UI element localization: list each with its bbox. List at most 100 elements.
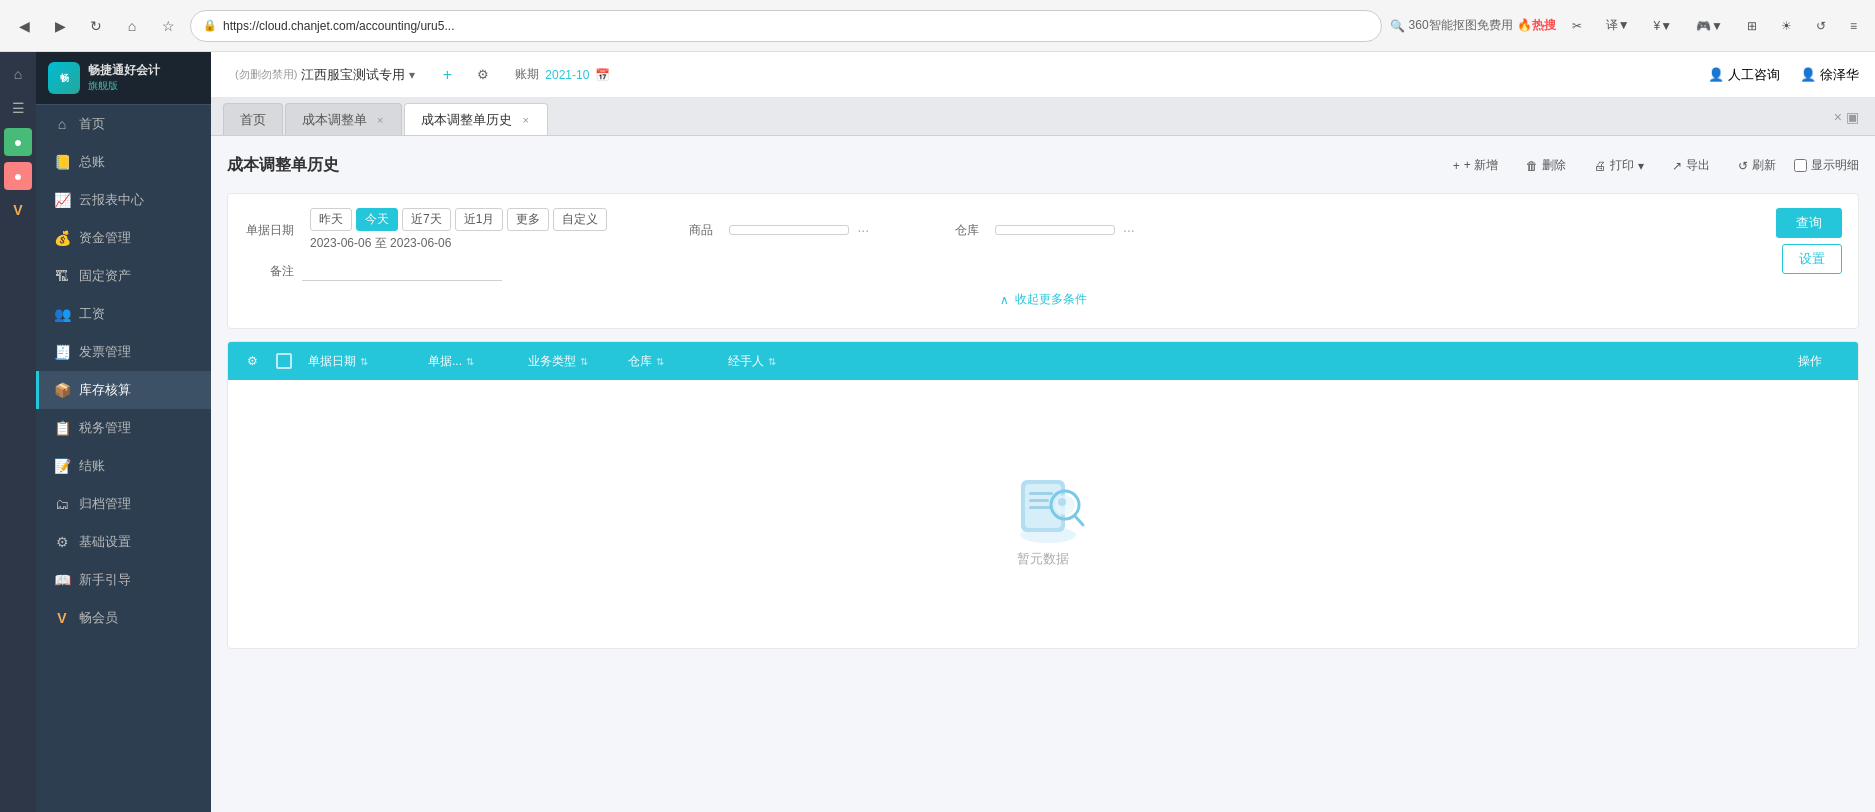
date-month[interactable]: 近1月 (455, 208, 504, 231)
product-input[interactable] (729, 225, 849, 235)
date-custom[interactable]: 自定义 (553, 208, 607, 231)
export-btn[interactable]: ↗ 导出 (1662, 152, 1720, 179)
show-details-label[interactable]: 显示明细 (1794, 157, 1859, 174)
th-checkbox[interactable] (268, 353, 300, 369)
notes-row: 备注 (244, 262, 1758, 281)
iconbar-v[interactable]: V (4, 196, 32, 224)
scissors-btn[interactable]: ✂ (1564, 15, 1590, 37)
page-content: 成本调整单历史 + + 新增 🗑 删除 🖨 打印 ▾ (211, 136, 1875, 812)
forward-button[interactable]: ▶ (46, 12, 74, 40)
refresh-btn[interactable]: ↺ 刷新 (1728, 152, 1786, 179)
sidebar-item-close[interactable]: 📝 结账 (36, 447, 211, 485)
svg-line-8 (1075, 516, 1083, 525)
date-today[interactable]: 今天 (356, 208, 398, 231)
date-range-display: 2023-06-06 至 2023-06-06 (310, 235, 607, 252)
refresh-label: 刷新 (1752, 157, 1776, 174)
wallet-btn[interactable]: ¥▼ (1646, 15, 1681, 37)
sidebar-item-archive[interactable]: 🗂 归档管理 (36, 485, 211, 523)
warehouse-input[interactable] (995, 225, 1115, 235)
sidebar: 畅 畅捷通好会计 旗舰版 ⌂ 首页 📒 总账 📈 云报表中心 💰 资金管理 🏗 … (36, 52, 211, 812)
sidebar-item-tax[interactable]: 📋 税务管理 (36, 409, 211, 447)
sun-btn[interactable]: ☀ (1773, 15, 1800, 37)
back-button[interactable]: ◀ (10, 12, 38, 40)
translate-btn[interactable]: 译▼ (1598, 13, 1638, 38)
date-more[interactable]: 更多 (507, 208, 549, 231)
sidebar-item-salary[interactable]: 👥 工资 (36, 295, 211, 333)
sidebar-item-reports[interactable]: 📈 云报表中心 (36, 181, 211, 219)
iconbar-menu[interactable]: ☰ (4, 94, 32, 122)
query-btn[interactable]: 查询 (1776, 208, 1842, 238)
add-company-btn[interactable]: + (435, 63, 459, 87)
undo-btn[interactable]: ↺ (1808, 15, 1834, 37)
warehouse-more-dots[interactable]: ··· (1119, 222, 1139, 238)
star-button[interactable]: ☆ (154, 12, 182, 40)
company-selector[interactable]: (勿删勿禁用) 江西服宝测试专用 ▾ (227, 62, 423, 88)
filter-setting-btn[interactable]: 设置 (1782, 244, 1842, 274)
address-bar[interactable]: 🔒 https://cloud.chanjet.com/accounting/u… (190, 10, 1382, 42)
company-settings-btn[interactable]: ⚙ (471, 63, 495, 87)
tab-cost-adjust-close[interactable]: × (375, 113, 385, 127)
sidebar-brand-sub: 旗舰版 (88, 79, 160, 93)
filter-date-row: 单据日期 昨天 今天 近7天 近1月 更多 自定义 2 (244, 208, 1758, 252)
show-details-checkbox[interactable] (1794, 159, 1807, 172)
tab-cost-adjust-history-close[interactable]: × (520, 113, 530, 127)
delete-btn[interactable]: 🗑 删除 (1516, 152, 1576, 179)
sidebar-label-close: 结账 (79, 457, 105, 475)
sidebar-label-member: 畅会员 (79, 609, 118, 627)
tab-cost-adjust-history[interactable]: 成本调整单历史 × (404, 103, 547, 135)
ledger-icon: 📒 (53, 154, 71, 170)
sidebar-item-finance[interactable]: 💰 资金管理 (36, 219, 211, 257)
top-bar: (勿删勿禁用) 江西服宝测试专用 ▾ + ⚙ 账期 2021-10 📅 👤 人工… (211, 52, 1875, 98)
game-btn[interactable]: 🎮▼ (1688, 15, 1731, 37)
sidebar-item-home[interactable]: ⌂ 首页 (36, 105, 211, 143)
calendar-icon[interactable]: 📅 (595, 68, 610, 82)
salary-icon: 👥 (53, 306, 71, 322)
tab-panel-more-icon[interactable]: ▣ (1846, 109, 1859, 125)
tab-cost-adjust-label: 成本调整单 (302, 111, 367, 129)
new-btn[interactable]: + + 新增 (1443, 152, 1508, 179)
th-warehouse[interactable]: 仓库 ⇅ (620, 353, 720, 370)
table-settings-icon[interactable]: ⚙ (244, 349, 260, 373)
sidebar-item-assets[interactable]: 🏗 固定资产 (36, 257, 211, 295)
filter-card: 单据日期 昨天 今天 近7天 近1月 更多 自定义 2 (227, 193, 1859, 329)
date-week[interactable]: 近7天 (402, 208, 451, 231)
collapse-btn[interactable]: ∧ 收起更多条件 (244, 285, 1842, 314)
th-operator[interactable]: 经手人 ⇅ (720, 353, 840, 370)
search-icon: 🔍 (1390, 19, 1405, 33)
product-more-dots[interactable]: ··· (853, 222, 873, 238)
guide-icon: 📖 (53, 572, 71, 588)
iconbar-red[interactable]: ● (4, 162, 32, 190)
select-all-checkbox[interactable] (276, 353, 292, 369)
menu-btn[interactable]: ≡ (1842, 15, 1865, 37)
date-yesterday[interactable]: 昨天 (310, 208, 352, 231)
tab-cost-adjust[interactable]: 成本调整单 × (285, 103, 402, 135)
sidebar-label-salary: 工资 (79, 305, 105, 323)
iconbar-active[interactable]: ● (4, 128, 32, 156)
sidebar-item-guide[interactable]: 📖 新手引导 (36, 561, 211, 599)
user-info[interactable]: 👤 徐泽华 (1800, 66, 1859, 84)
print-btn[interactable]: 🖨 打印 ▾ (1584, 152, 1654, 179)
sidebar-label-reports: 云报表中心 (79, 191, 144, 209)
tab-panel-close-icon[interactable]: × (1834, 109, 1842, 125)
home-button[interactable]: ⌂ (118, 12, 146, 40)
service-btn[interactable]: 👤 人工咨询 (1700, 62, 1788, 88)
th-date[interactable]: 单据日期 ⇅ (300, 353, 420, 370)
sidebar-item-ledger[interactable]: 📒 总账 (36, 143, 211, 181)
sidebar-item-inventory[interactable]: 📦 库存核算 (36, 371, 211, 409)
sidebar-item-member[interactable]: V 畅会员 (36, 599, 211, 637)
browser-bar: ◀ ▶ ↻ ⌂ ☆ 🔒 https://cloud.chanjet.com/ac… (0, 0, 1875, 52)
url-text: https://cloud.chanjet.com/accounting/uru… (223, 19, 454, 33)
notes-input[interactable] (302, 262, 502, 281)
iconbar-home[interactable]: ⌂ (4, 60, 32, 88)
th-num[interactable]: 单据... ⇅ (420, 353, 520, 370)
th-settings[interactable]: ⚙ (236, 349, 268, 373)
apps-btn[interactable]: ⊞ (1739, 15, 1765, 37)
refresh-button[interactable]: ↻ (82, 12, 110, 40)
tab-home[interactable]: 首页 (223, 103, 283, 135)
svg-rect-5 (1029, 506, 1051, 509)
sidebar-item-invoice[interactable]: 🧾 发票管理 (36, 333, 211, 371)
th-type[interactable]: 业务类型 ⇅ (520, 353, 620, 370)
collapse-label: 收起更多条件 (1015, 291, 1087, 308)
user-name: 徐泽华 (1820, 66, 1859, 84)
sidebar-item-settings[interactable]: ⚙ 基础设置 (36, 523, 211, 561)
